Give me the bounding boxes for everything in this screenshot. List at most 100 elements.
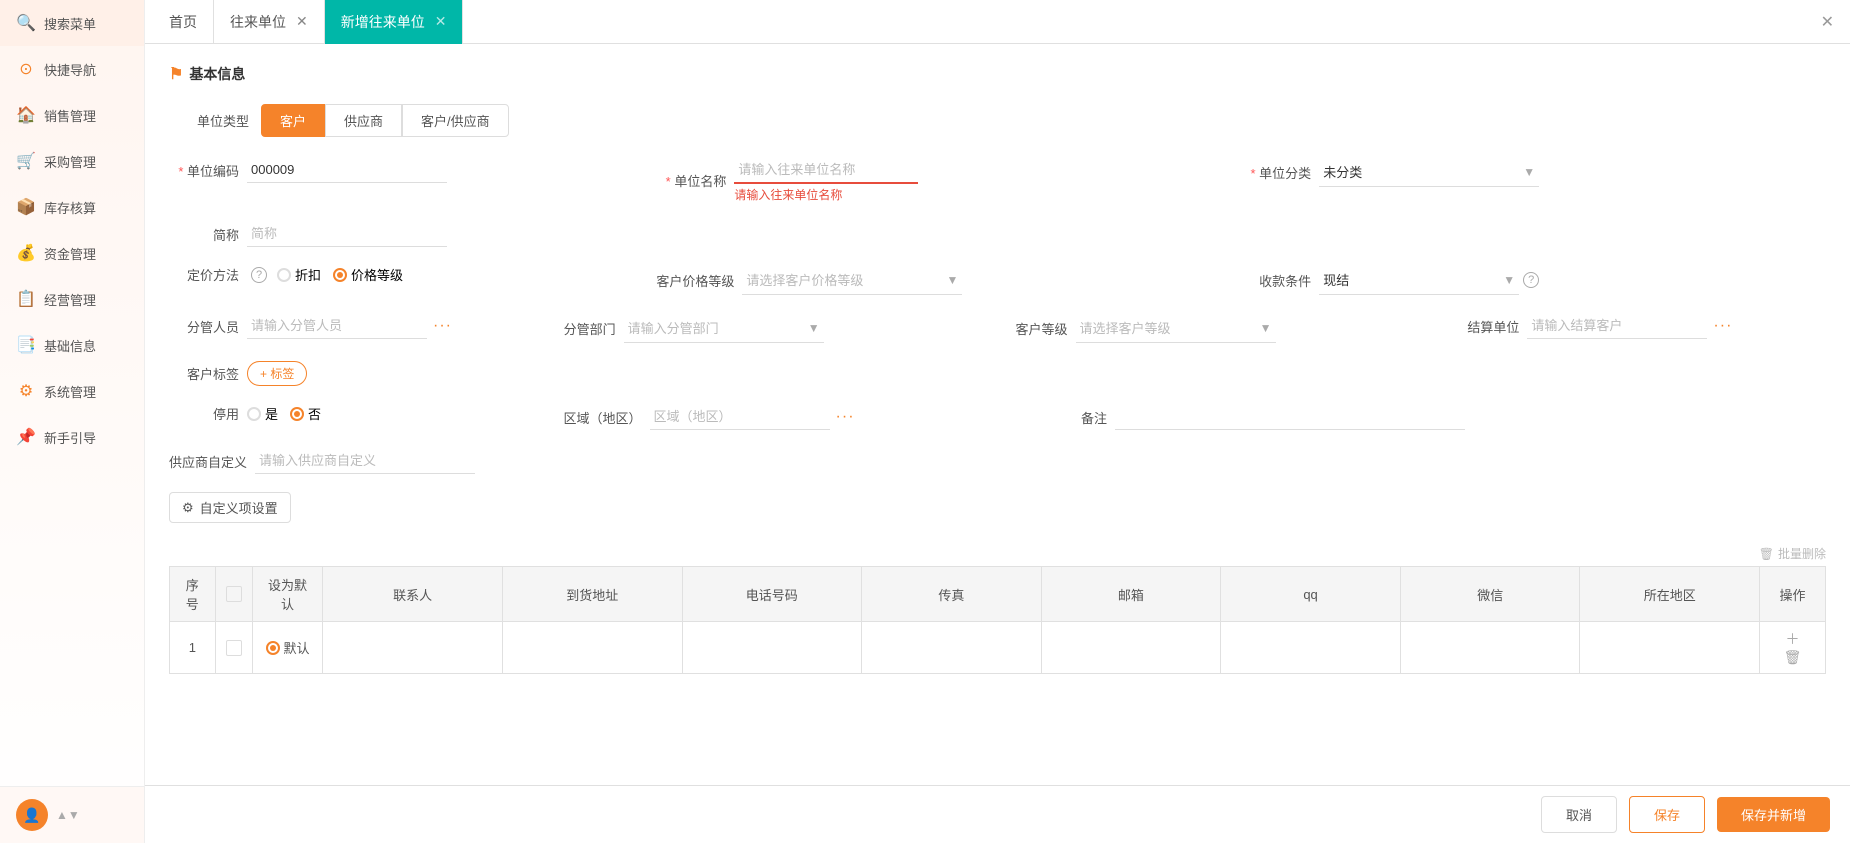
customer-level-arrow: ▼ [1256, 321, 1276, 335]
pricing-help-icon[interactable]: ? [251, 267, 267, 283]
col-address: 到货地址 [502, 567, 682, 622]
sidebar-item-operations[interactable]: 📋 经营管理 [0, 276, 144, 322]
tab-partners[interactable]: 往来单位 ✕ [214, 0, 325, 44]
cell-address[interactable] [502, 622, 682, 674]
form-row-pricing: 定价方法 ? 折扣 价格等级 客户价格等级 请选择客户价格等级 [169, 265, 1826, 295]
settlement-input[interactable] [1527, 313, 1707, 339]
supplier-custom-input[interactable] [255, 448, 475, 474]
customer-level-select[interactable]: 请选择客户等级 ▼ [1076, 313, 1276, 343]
location-input[interactable] [1590, 640, 1749, 655]
batch-delete-label: 批量删除 [1778, 545, 1826, 562]
cell-location[interactable] [1580, 622, 1760, 674]
manager-more-icon[interactable]: ··· [427, 317, 458, 335]
field-customer-price-level: 客户价格等级 请选择客户价格等级 ▼ [656, 265, 1241, 295]
sidebar-item-newbie[interactable]: 📌 新手引导 [0, 414, 144, 460]
unit-name-error: 请输入往来单位名称 [734, 186, 918, 203]
department-placeholder: 请输入分管部门 [624, 313, 804, 342]
sidebar-item-search[interactable]: 🔍 搜索菜单 [0, 0, 144, 46]
cell-contact[interactable] [323, 622, 503, 674]
cell-wechat[interactable] [1400, 622, 1580, 674]
radio-yes[interactable]: 是 [247, 404, 278, 423]
cell-qq[interactable] [1221, 622, 1401, 674]
sidebar-item-sales[interactable]: 🏠 销售管理 [0, 92, 144, 138]
cell-action: ＋ 🗑 [1760, 622, 1826, 674]
sidebar-item-finance[interactable]: 💰 资金管理 [0, 230, 144, 276]
tab-partners-close[interactable]: ✕ [296, 13, 308, 30]
radio-discount[interactable]: 折扣 [277, 265, 321, 284]
sidebar: 🔍 搜索菜单 ⊙ 快捷导航 🏠 销售管理 🛒 采购管理 📦 库存核算 💰 资金管… [0, 0, 145, 843]
sidebar-item-quick-nav[interactable]: ⊙ 快捷导航 [0, 46, 144, 92]
tab-new-partner[interactable]: 新增往来单位 ✕ [325, 0, 464, 44]
settlement-more-icon[interactable]: ··· [1707, 317, 1738, 335]
phone-input[interactable] [693, 640, 852, 655]
wechat-input[interactable] [1411, 640, 1570, 655]
tab-new-partner-close[interactable]: ✕ [435, 13, 447, 30]
contact-input[interactable] [333, 640, 492, 655]
form-row-manager: 分管人员 ··· 分管部门 请输入分管部门 ▼ 客户等级 请选择客户等级 ▼ 结… [169, 313, 1826, 343]
col-checkbox-header[interactable] [215, 567, 252, 622]
field-unit-name: 单位名称 请输入往来单位名称 [656, 157, 1241, 203]
unit-type-supplier-button[interactable]: 供应商 [325, 104, 402, 137]
sidebar-bottom: 👤 ▲▼ [0, 786, 144, 843]
customer-price-level-select[interactable]: 请选择客户价格等级 ▼ [742, 265, 962, 295]
unit-type-customer-button[interactable]: 客户 [261, 104, 325, 137]
abbreviation-input[interactable] [247, 221, 447, 247]
batch-delete-area[interactable]: 🗑 批量删除 [169, 545, 1826, 562]
payment-terms-help-icon[interactable]: ? [1523, 272, 1539, 288]
newbie-icon: 📌 [16, 427, 36, 447]
sidebar-label-operations: 经营管理 [44, 290, 96, 309]
email-input[interactable] [1052, 640, 1211, 655]
radio-no[interactable]: 否 [290, 404, 321, 423]
custom-settings-button[interactable]: ⚙ 自定义项设置 [169, 492, 291, 523]
unit-category-label: 单位分类 [1241, 163, 1311, 182]
delete-row-icon[interactable]: 🗑 [1781, 649, 1805, 665]
unit-category-select[interactable]: 未分类 ▼ [1319, 157, 1539, 187]
qq-input[interactable] [1231, 640, 1390, 655]
manager-input[interactable] [247, 313, 427, 339]
add-tag-button[interactable]: + 标签 [247, 361, 307, 386]
fax-input[interactable] [872, 640, 1031, 655]
field-manager: 分管人员 ··· [169, 313, 546, 339]
col-action: 操作 [1760, 567, 1826, 622]
cell-phone[interactable] [682, 622, 862, 674]
sidebar-item-inventory[interactable]: 📦 库存核算 [0, 184, 144, 230]
radio-discount-circle [277, 268, 291, 282]
sidebar-item-basic[interactable]: 📑 基础信息 [0, 322, 144, 368]
payment-terms-value: 现结 [1319, 265, 1499, 294]
inventory-icon: 📦 [16, 197, 36, 217]
cell-email[interactable] [1041, 622, 1221, 674]
sidebar-item-system[interactable]: ⚙ 系统管理 [0, 368, 144, 414]
unit-name-input[interactable] [734, 157, 918, 184]
department-select[interactable]: 请输入分管部门 ▼ [624, 313, 824, 343]
radio-price-level-label: 价格等级 [351, 265, 403, 284]
unit-type-both-button[interactable]: 客户/供应商 [402, 104, 509, 137]
cancel-button[interactable]: 取消 [1541, 796, 1617, 833]
add-row-icon[interactable]: ＋ [1783, 631, 1803, 647]
sidebar-label-newbie: 新手引导 [44, 428, 96, 447]
row-checkbox[interactable] [226, 640, 242, 656]
region-more-icon[interactable]: ··· [830, 408, 861, 426]
note-input[interactable] [1115, 404, 1465, 430]
batch-delete-icon: 🗑 [1759, 547, 1774, 561]
sidebar-item-purchase[interactable]: 🛒 采购管理 [0, 138, 144, 184]
unit-type-label: 单位类型 [169, 111, 249, 130]
address-input[interactable] [513, 640, 672, 655]
sidebar-label-system: 系统管理 [44, 382, 96, 401]
field-abbreviation: 简称 [169, 221, 1826, 247]
customer-price-level-placeholder: 请选择客户价格等级 [742, 265, 942, 294]
cell-fax[interactable] [862, 622, 1042, 674]
default-radio[interactable] [266, 641, 280, 655]
col-email: 邮箱 [1041, 567, 1221, 622]
header-checkbox[interactable] [226, 586, 242, 602]
custom-settings-area: ⚙ 自定义项设置 [169, 492, 1826, 539]
tab-home[interactable]: 首页 [153, 0, 214, 44]
payment-terms-select[interactable]: 现结 ▼ [1319, 265, 1519, 295]
save-button[interactable]: 保存 [1629, 796, 1705, 833]
unit-code-input[interactable] [247, 157, 447, 183]
window-close-button[interactable]: ✕ [1813, 12, 1842, 32]
field-disabled: 停用 是 否 [169, 404, 564, 423]
radio-price-level[interactable]: 价格等级 [333, 265, 403, 284]
cell-checkbox[interactable] [215, 622, 252, 674]
region-input[interactable] [650, 404, 830, 430]
save-new-button[interactable]: 保存并新增 [1717, 797, 1830, 832]
